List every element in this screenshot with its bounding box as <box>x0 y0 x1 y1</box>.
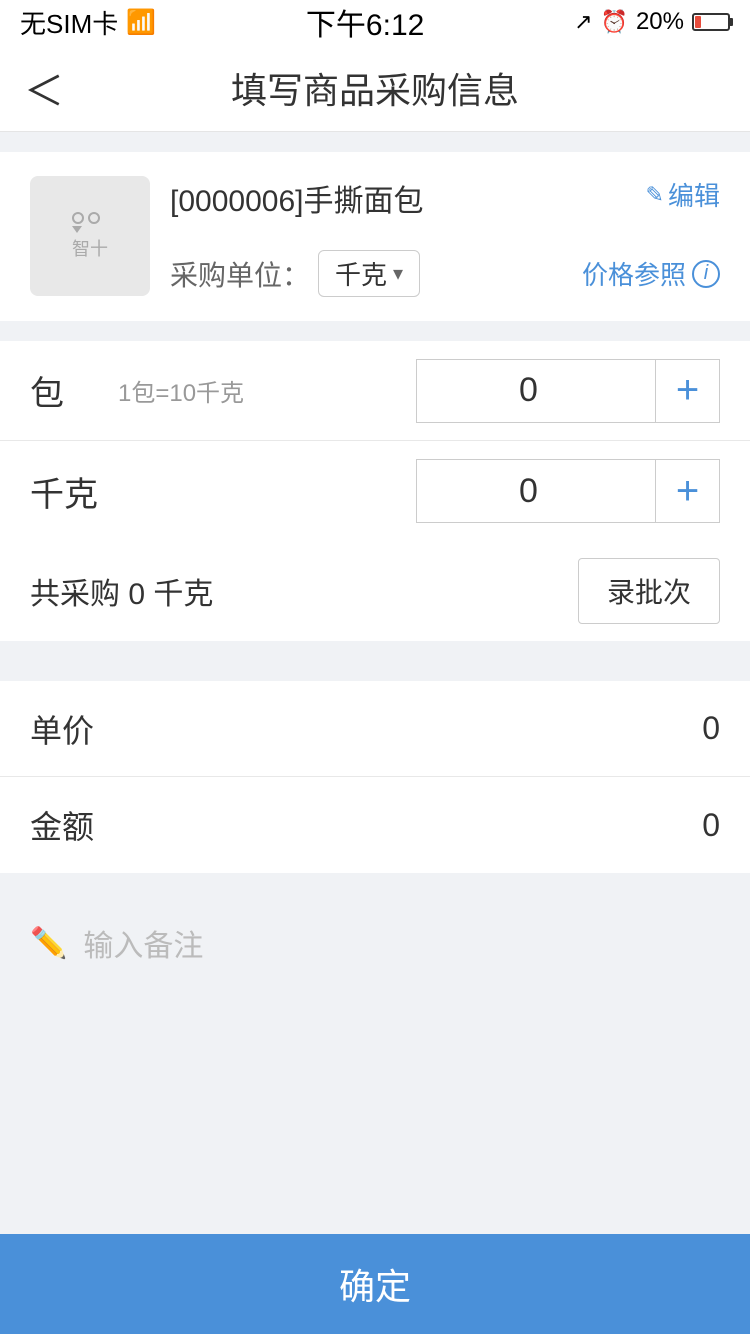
product-image: 智十 <box>30 176 150 296</box>
product-unit-row: 采购单位： 千克 ▾ 价格参照 i <box>170 250 720 297</box>
bao-input-control: + <box>416 359 720 423</box>
kg-quantity-input[interactable] <box>416 459 656 523</box>
total-row: 共采购 0 千克 录批次 <box>0 541 750 641</box>
location-icon: ↗ <box>574 9 592 35</box>
amount-value: 0 <box>702 807 720 844</box>
battery-percent: 20% <box>636 8 684 36</box>
bao-input-row: 包 1包=10千克 + <box>0 341 750 441</box>
carrier-text: 无SIM卡 <box>20 4 118 41</box>
status-bar: 无SIM卡 📶 下午6:12 ↗ ⏰ 20% <box>0 0 750 44</box>
price-ref-button[interactable]: 价格参照 i <box>582 255 720 292</box>
confirm-label: 确定 <box>339 1258 411 1310</box>
battery-icon <box>692 13 730 31</box>
amount-label: 金额 <box>30 802 94 848</box>
note-section[interactable]: ✏️ 输入备注 <box>0 893 750 993</box>
status-right: ↗ ⏰ 20% <box>574 8 730 36</box>
divider-1 <box>0 321 750 341</box>
status-carrier: 无SIM卡 📶 <box>20 4 156 41</box>
confirm-button[interactable]: 确定 <box>0 1234 750 1334</box>
alarm-icon: ⏰ <box>601 9 628 35</box>
product-logo: 智十 <box>72 235 108 261</box>
total-label: 共采购 0 千克 <box>30 569 213 613</box>
bao-sublabel: 1包=10千克 <box>118 373 416 408</box>
wifi-icon: 📶 <box>126 8 156 37</box>
price-info-section: 单价 0 金额 0 <box>0 681 750 873</box>
product-info: [0000006]手撕面包 ✎ 编辑 采购单位： 千克 ▾ 价格参照 i <box>170 176 720 297</box>
product-card: 智十 [0000006]手撕面包 ✎ 编辑 采购单位： 千克 ▾ <box>0 152 750 321</box>
unit-select[interactable]: 千克 ▾ <box>318 250 420 297</box>
product-name: [0000006]手撕面包 <box>170 176 423 220</box>
input-section: 包 1包=10千克 + 千克 + <box>0 341 750 541</box>
unit-price-label: 单价 <box>30 706 94 752</box>
amount-row: 金额 0 <box>0 777 750 873</box>
bao-label: 包 <box>30 366 110 415</box>
edit-icon: ✎ <box>646 182 664 208</box>
info-icon: i <box>692 260 720 288</box>
unit-label: 采购单位： <box>170 254 310 294</box>
record-batch-button[interactable]: 录批次 <box>578 558 720 624</box>
back-button[interactable]: ＜ <box>24 59 64 117</box>
kg-input-row: 千克 + <box>0 441 750 541</box>
note-placeholder: 输入备注 <box>83 921 203 965</box>
kg-input-control: + <box>416 459 720 523</box>
edit-button[interactable]: ✎ 编辑 <box>646 176 720 213</box>
pencil-icon: ✏️ <box>30 926 67 961</box>
dropdown-arrow-icon: ▾ <box>393 261 403 286</box>
bao-quantity-input[interactable] <box>416 359 656 423</box>
nav-bar: ＜ 填写商品采购信息 <box>0 44 750 132</box>
content-area: 智十 [0000006]手撕面包 ✎ 编辑 采购单位： 千克 ▾ <box>0 152 750 1113</box>
unit-price-value: 0 <box>702 710 720 747</box>
unit-price-row: 单价 0 <box>0 681 750 777</box>
kg-label: 千克 <box>30 467 110 516</box>
bao-increment-button[interactable]: + <box>656 359 720 423</box>
status-time: 下午6:12 <box>306 0 424 44</box>
kg-increment-button[interactable]: + <box>656 459 720 523</box>
divider-2 <box>0 641 750 661</box>
page-title: 填写商品采购信息 <box>231 62 519 114</box>
product-header: [0000006]手撕面包 ✎ 编辑 <box>170 176 720 220</box>
